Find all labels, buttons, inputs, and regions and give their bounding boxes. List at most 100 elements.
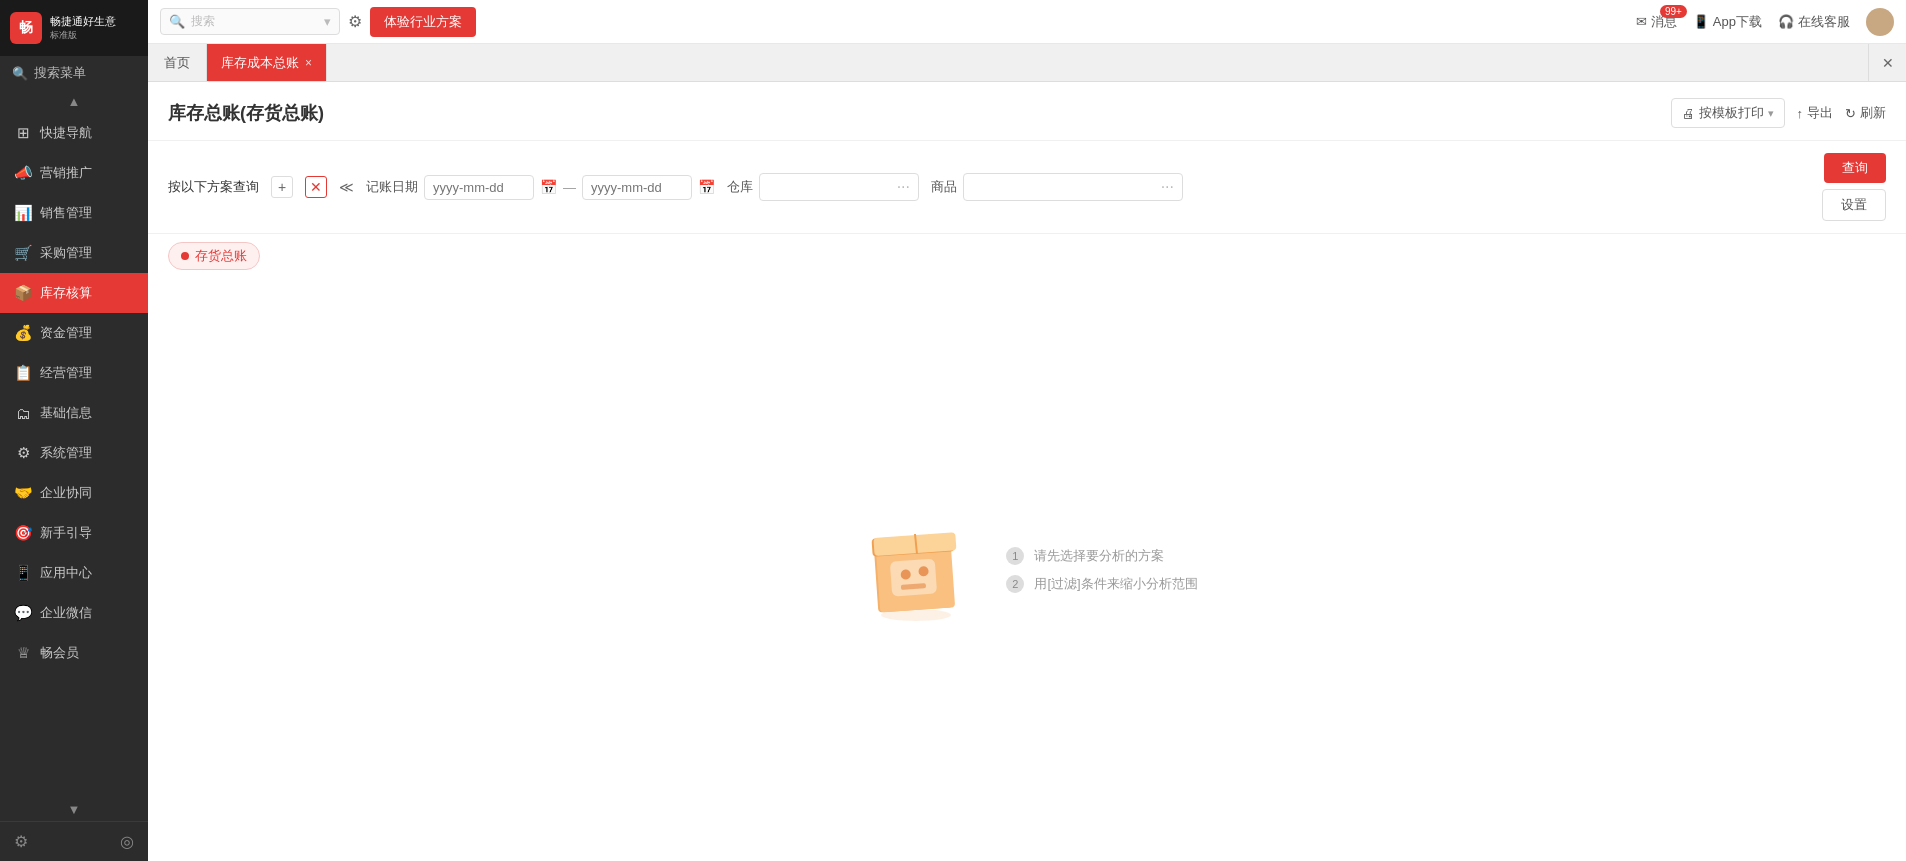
sidebar-item-wechat[interactable]: 💬 企业微信 xyxy=(0,593,148,633)
finance-icon: 💰 xyxy=(14,324,32,342)
goods-select[interactable]: ··· xyxy=(963,173,1183,201)
date-end-calendar-icon[interactable]: 📅 xyxy=(698,179,715,195)
sidebar-item-finance[interactable]: 💰 资金管理 xyxy=(0,313,148,353)
member-icon: ♕ xyxy=(14,644,32,662)
sidebar-item-operation[interactable]: 📋 经营管理 xyxy=(0,353,148,393)
print-dropdown-icon: ▾ xyxy=(1768,107,1774,120)
export-label: 导出 xyxy=(1807,104,1833,122)
sidebar-item-marketing[interactable]: 📣 营销推广 xyxy=(0,153,148,193)
operation-icon: 📋 xyxy=(14,364,32,382)
marketing-icon: 📣 xyxy=(14,164,32,182)
date-start-calendar-icon[interactable]: 📅 xyxy=(540,179,557,195)
sidebar-item-enterprise[interactable]: 🤝 企业协同 xyxy=(0,473,148,513)
box-wrapper xyxy=(856,510,976,630)
scheme-tag[interactable]: 存货总账 xyxy=(168,242,260,270)
tab-inventory-ledger[interactable]: 库存成本总账 × xyxy=(206,44,327,81)
topbar-search-box[interactable]: 🔍 搜索 ▾ xyxy=(160,8,340,35)
system-icon: ⚙ xyxy=(14,444,32,462)
refresh-btn[interactable]: ↻ 刷新 xyxy=(1845,104,1886,122)
hint-2-text: 用[过滤]条件来缩小分析范围 xyxy=(1034,575,1197,593)
sidebar-item-member[interactable]: ♕ 畅会员 xyxy=(0,633,148,673)
newbie-icon: 🎯 xyxy=(14,524,32,542)
empty-hints: 1 请先选择要分析的方案 2 用[过滤]条件来缩小分析范围 xyxy=(1006,547,1197,593)
print-btn[interactable]: 🖨 按模板打印 ▾ xyxy=(1671,98,1785,128)
sidebar-item-newbie[interactable]: 🎯 新手引导 xyxy=(0,513,148,553)
topbar: 🔍 搜索 ▾ ⚙ 体验行业方案 ✉ 消息 99+ 📱 App下载 🎧 在线客服 xyxy=(148,0,1906,44)
sidebar-item-basic-info[interactable]: 🗂 基础信息 xyxy=(0,393,148,433)
refresh-label: 刷新 xyxy=(1860,104,1886,122)
settings-icon[interactable]: ⚙ xyxy=(14,832,28,851)
wechat-label: 企业微信 xyxy=(40,604,92,622)
filter-add-btn[interactable]: + xyxy=(271,176,293,198)
scroll-up-btn[interactable]: ▲ xyxy=(0,90,148,113)
online-service-btn[interactable]: 🎧 在线客服 xyxy=(1778,13,1850,31)
user-avatar[interactable] xyxy=(1866,8,1894,36)
hint-1: 1 请先选择要分析的方案 xyxy=(1006,547,1197,565)
sidebar-item-app-center[interactable]: 📱 应用中心 xyxy=(0,553,148,593)
refresh-icon: ↻ xyxy=(1845,106,1856,121)
goods-field: 商品 ··· xyxy=(931,173,1183,201)
scheme-dot xyxy=(181,252,189,260)
goods-more-icon[interactable]: ··· xyxy=(1161,178,1174,196)
app-badge: 标准版 xyxy=(50,29,116,42)
export-btn[interactable]: ↑ 导出 xyxy=(1797,104,1834,122)
sidebar-item-inventory[interactable]: 📦 库存核算 xyxy=(0,273,148,313)
quick-nav-label: 快捷导航 xyxy=(40,124,92,142)
purchase-icon: 🛒 xyxy=(14,244,32,262)
action-btns: 查询 设置 xyxy=(1822,153,1886,221)
tabbar: 首页 库存成本总账 × ✕ xyxy=(148,44,1906,82)
message-btn[interactable]: ✉ 消息 99+ xyxy=(1636,13,1677,31)
tab-close-all-btn[interactable]: ✕ xyxy=(1868,44,1906,82)
print-label: 按模板打印 xyxy=(1699,104,1764,122)
wechat-icon: 💬 xyxy=(14,604,32,622)
newbie-label: 新手引导 xyxy=(40,524,92,542)
app-download-btn[interactable]: 📱 App下载 xyxy=(1693,13,1762,31)
filter-del-btn[interactable]: ✕ xyxy=(305,176,327,198)
scroll-down-btn[interactable]: ▼ xyxy=(0,798,148,821)
date-separator: — xyxy=(563,180,576,195)
topbar-search-icon: 🔍 xyxy=(169,14,185,29)
sidebar-item-system[interactable]: ⚙ 系统管理 xyxy=(0,433,148,473)
warehouse-field: 仓库 ··· xyxy=(727,173,919,201)
hint-2: 2 用[过滤]条件来缩小分析范围 xyxy=(1006,575,1197,593)
enterprise-label: 企业协同 xyxy=(40,484,92,502)
topbar-gear-icon[interactable]: ⚙ xyxy=(348,12,362,31)
settings-btn[interactable]: 设置 xyxy=(1822,189,1886,221)
warehouse-select[interactable]: ··· xyxy=(759,173,919,201)
filter-collapse-btn[interactable]: ≪ xyxy=(339,179,354,195)
active-tab-label: 库存成本总账 xyxy=(221,54,299,72)
date-end-input[interactable] xyxy=(582,175,692,200)
topbar-dropdown-icon: ▾ xyxy=(324,14,331,29)
industry-btn[interactable]: 体验行业方案 xyxy=(370,7,476,37)
svg-rect-6 xyxy=(890,558,937,596)
logo-text-block: 畅捷通好生意 标准版 xyxy=(50,14,116,41)
logo-area: 畅 畅捷通好生意 标准版 xyxy=(0,0,148,56)
tab-home[interactable]: 首页 xyxy=(148,44,206,81)
message-icon: ✉ xyxy=(1636,14,1647,29)
date-field-label: 记账日期 xyxy=(366,178,418,196)
quick-nav-icon: ⊞ xyxy=(14,124,32,142)
query-btn[interactable]: 查询 xyxy=(1824,153,1886,183)
warehouse-more-icon[interactable]: ··· xyxy=(897,178,910,196)
tab-close-icon[interactable]: × xyxy=(305,56,312,70)
inventory-label: 库存核算 xyxy=(40,284,92,302)
search-menu[interactable]: 🔍 搜索菜单 xyxy=(0,56,148,90)
app-label: App下载 xyxy=(1713,13,1762,31)
app-icon: 📱 xyxy=(1693,14,1709,29)
date-start-input[interactable] xyxy=(424,175,534,200)
basic-info-label: 基础信息 xyxy=(40,404,92,422)
sidebar-item-sales[interactable]: 📊 销售管理 xyxy=(0,193,148,233)
service-icon: 🎧 xyxy=(1778,14,1794,29)
member-label: 畅会员 xyxy=(40,644,79,662)
audio-icon[interactable]: ◎ xyxy=(120,832,134,851)
goods-field-label: 商品 xyxy=(931,178,957,196)
sidebar-item-purchase[interactable]: 🛒 采购管理 xyxy=(0,233,148,273)
purchase-label: 采购管理 xyxy=(40,244,92,262)
page-title: 库存总账(存货总账) xyxy=(168,101,324,125)
inventory-icon: 📦 xyxy=(14,284,32,302)
hint-1-num: 1 xyxy=(1006,547,1024,565)
sales-label: 销售管理 xyxy=(40,204,92,222)
content-area: 库存总账(存货总账) 🖨 按模板打印 ▾ ↑ 导出 ↻ 刷新 按以下方案查询 xyxy=(148,82,1906,861)
empty-state: 1 请先选择要分析的方案 2 用[过滤]条件来缩小分析范围 xyxy=(148,278,1906,861)
sidebar-item-quick-nav[interactable]: ⊞ 快捷导航 xyxy=(0,113,148,153)
